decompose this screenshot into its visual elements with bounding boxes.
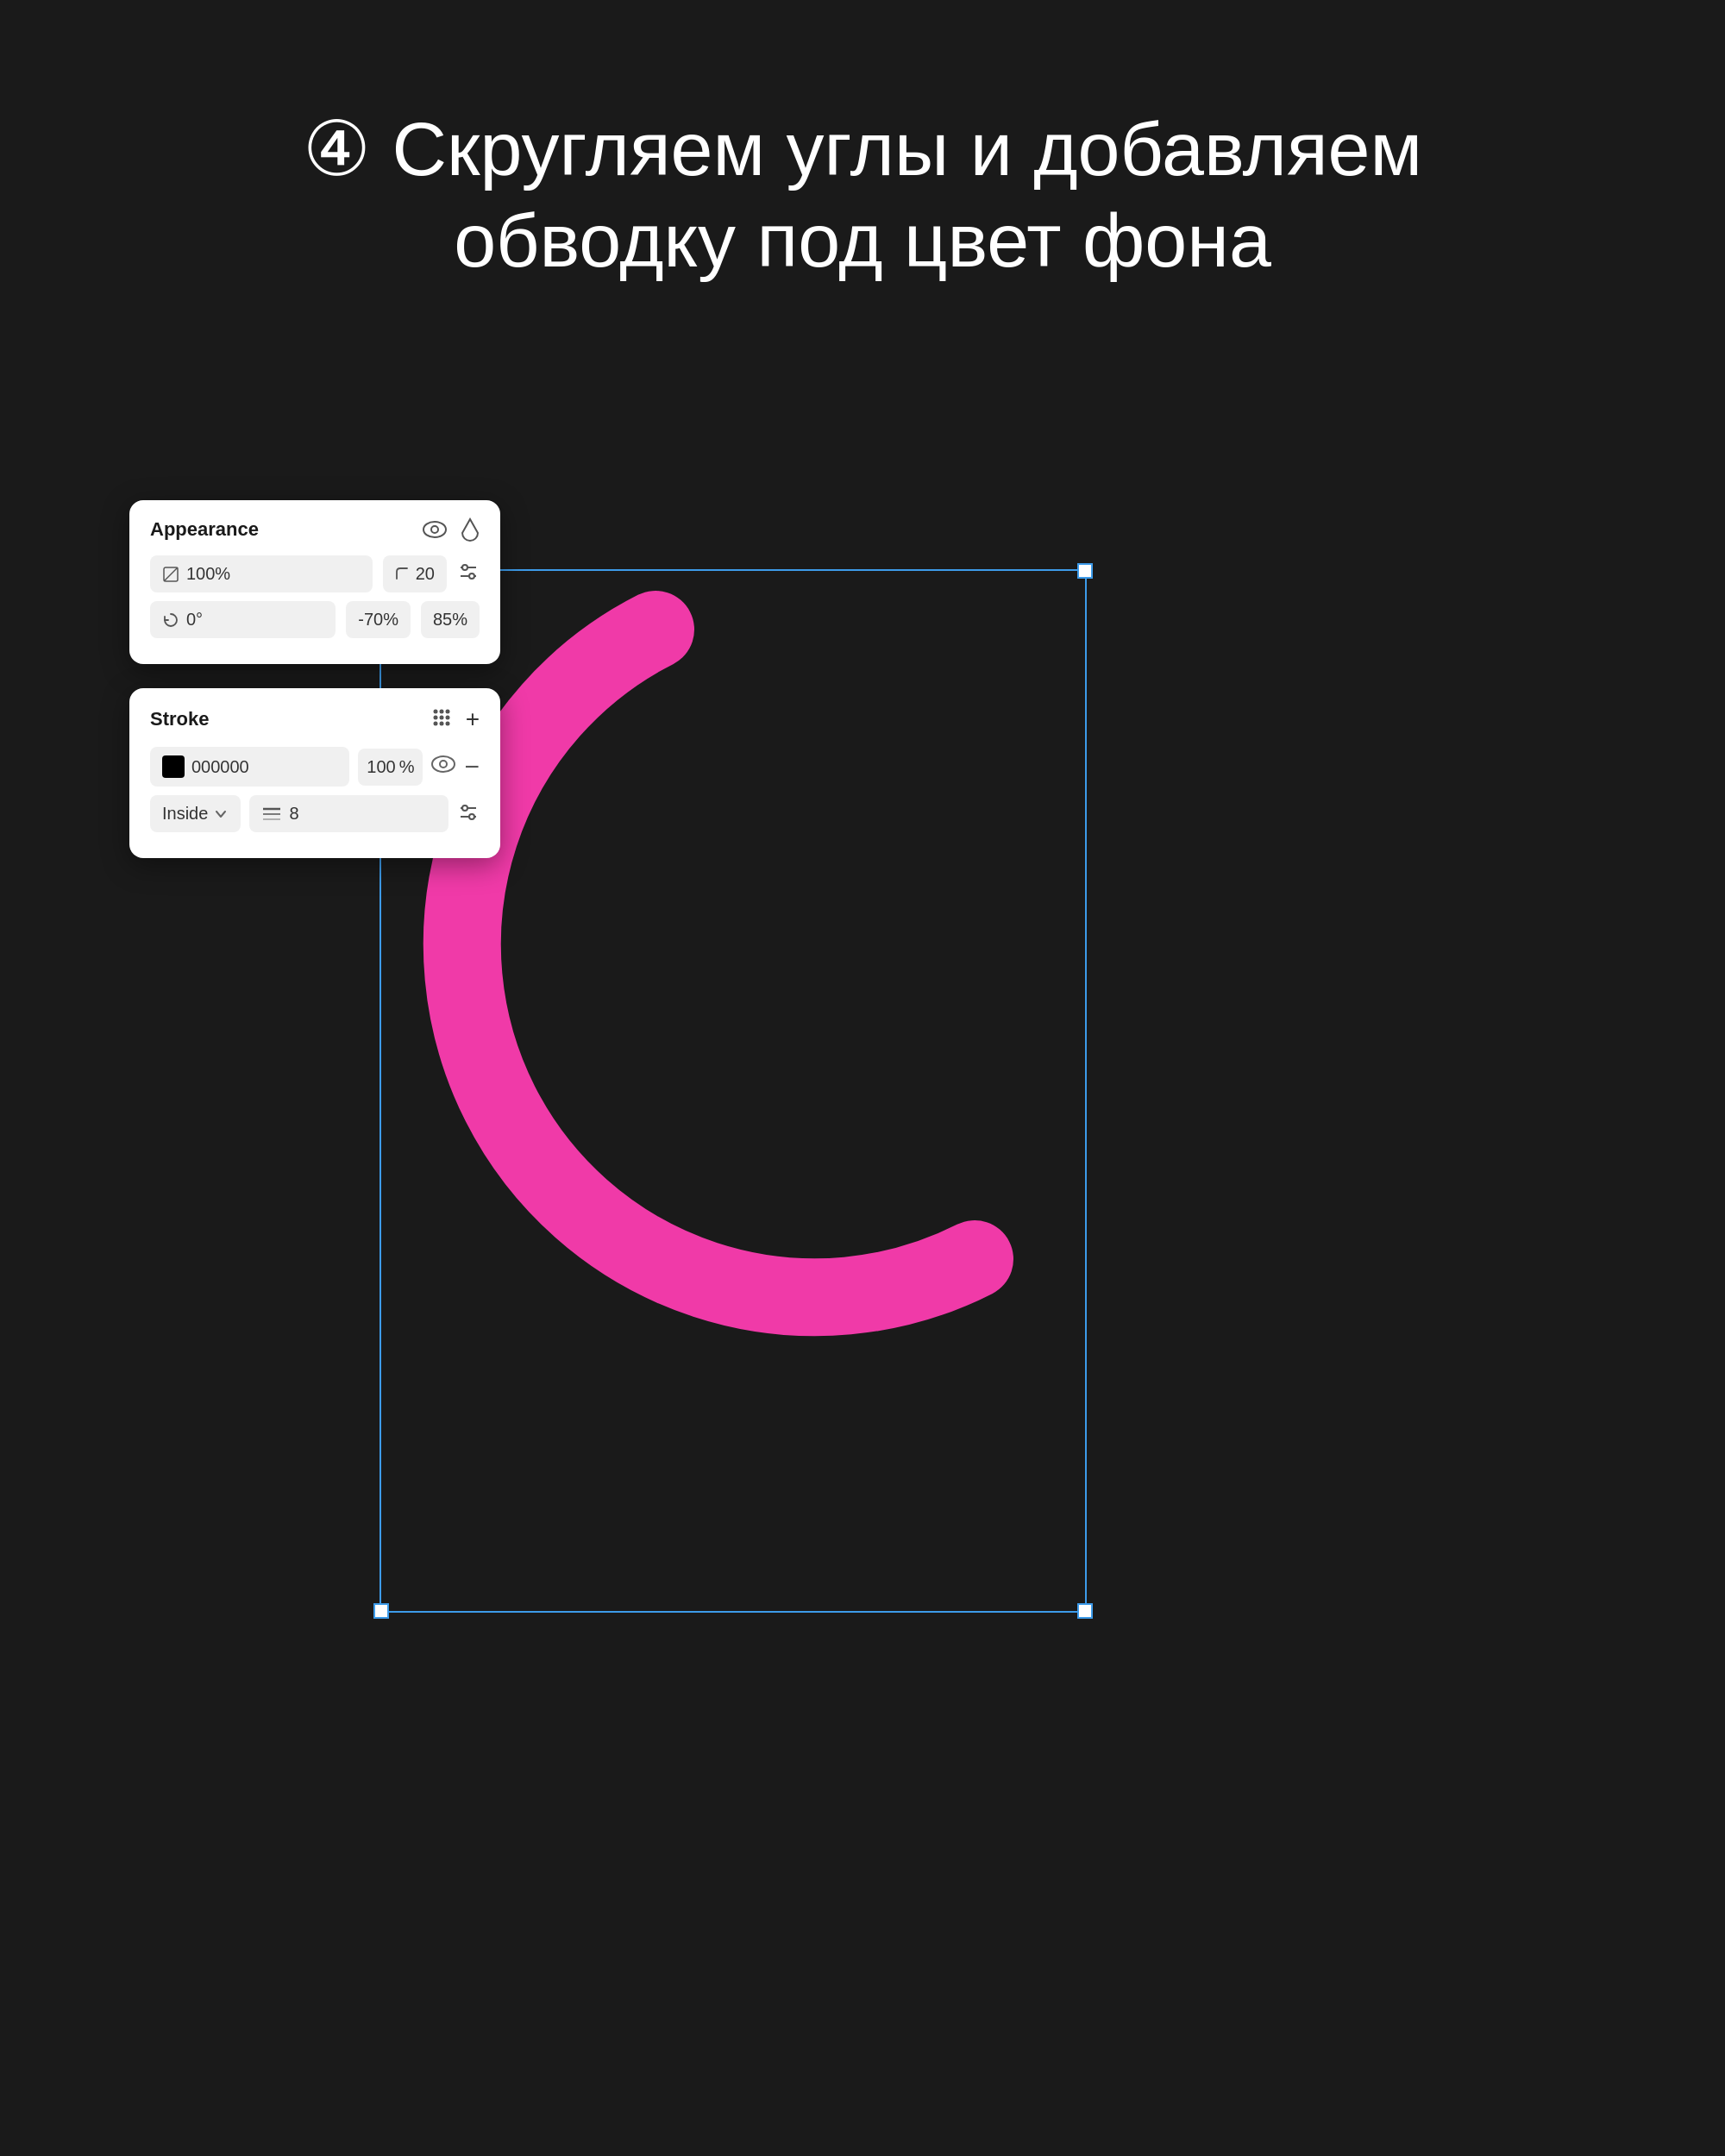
svg-point-12 (439, 716, 443, 720)
stroke-panel-header: Stroke (150, 705, 480, 733)
rotation-value: 0° (186, 610, 203, 630)
svg-point-10 (445, 710, 449, 714)
handle-top-right[interactable] (1077, 563, 1093, 579)
opacity-value: 100% (186, 564, 230, 584)
stroke-position-label: Inside (162, 804, 208, 824)
svg-point-14 (433, 722, 437, 726)
stroke-adjust-icon[interactable] (457, 801, 480, 827)
stroke-color-row: 000000 100 % − (150, 747, 480, 787)
handle-bottom-left[interactable] (373, 1603, 389, 1619)
color-hex-value: 000000 (191, 757, 249, 777)
panels-container: Appearance (129, 500, 500, 858)
eye-icon[interactable] (423, 521, 447, 538)
y-field[interactable]: 85% (421, 601, 480, 638)
corner-radius-field[interactable]: 20 (383, 555, 447, 592)
stroke-panel-icons: + (430, 705, 480, 733)
appearance-panel: Appearance (129, 500, 500, 664)
opacity-field[interactable]: 100% (150, 555, 373, 592)
appearance-panel-title: Appearance (150, 518, 259, 541)
stroke-visibility-icon[interactable] (431, 755, 455, 778)
page-title: ④ Скругляем углы и добавляем обводку под… (138, 103, 1587, 285)
svg-point-1 (431, 526, 438, 533)
svg-point-9 (439, 710, 443, 714)
appearance-row2: 0° -70% 85% (150, 601, 480, 638)
svg-point-7 (469, 573, 474, 579)
svg-point-13 (445, 716, 449, 720)
stroke-size-field[interactable]: 8 (249, 795, 448, 832)
opacity-percent-symbol: % (399, 757, 415, 777)
y-value: 85% (433, 610, 467, 630)
appearance-panel-header: Appearance (150, 517, 480, 542)
drop-icon[interactable] (461, 517, 480, 542)
x-value: -70% (358, 610, 398, 630)
title-section: ④ Скругляем углы и добавляем обводку под… (138, 103, 1587, 285)
rotation-icon (162, 611, 179, 629)
corner-radius-icon (395, 567, 411, 582)
svg-point-16 (445, 722, 449, 726)
svg-point-18 (440, 761, 447, 768)
stroke-position-dropdown[interactable]: Inside (150, 795, 241, 832)
svg-point-17 (432, 756, 455, 772)
svg-point-11 (433, 716, 437, 720)
svg-point-0 (423, 522, 446, 537)
stroke-panel: Stroke (129, 688, 500, 858)
title-line2: обводку под цвет фона (454, 197, 1271, 283)
svg-point-25 (469, 814, 474, 819)
remove-stroke-button[interactable]: − (464, 752, 480, 781)
stroke-opacity-field[interactable]: 100 % (358, 749, 423, 786)
appearance-row1: 100% 20 (150, 555, 480, 592)
grid-icon[interactable] (430, 705, 454, 733)
svg-point-8 (433, 710, 437, 714)
svg-point-6 (462, 565, 467, 570)
rotation-field[interactable]: 0° (150, 601, 336, 638)
stroke-size-icon (261, 806, 282, 822)
adjust-icon[interactable] (457, 561, 480, 588)
stroke-opacity-value: 100 (367, 757, 395, 777)
appearance-panel-icons (423, 517, 480, 542)
handle-bottom-right[interactable] (1077, 1603, 1093, 1619)
add-stroke-button[interactable]: + (466, 707, 480, 731)
svg-point-24 (462, 805, 467, 811)
x-field[interactable]: -70% (346, 601, 411, 638)
stroke-panel-title: Stroke (150, 708, 209, 730)
svg-line-3 (164, 567, 178, 581)
color-swatch (162, 755, 185, 778)
corner-radius-value: 20 (416, 564, 435, 584)
stroke-size-value: 8 (289, 804, 298, 824)
stroke-color-field[interactable]: 000000 (150, 747, 349, 787)
svg-point-15 (439, 722, 443, 726)
opacity-icon (162, 566, 179, 583)
dropdown-chevron-icon (213, 806, 229, 822)
title-line1: ④ Скругляем углы и добавляем (303, 106, 1422, 191)
stroke-settings-row: Inside 8 (150, 795, 480, 832)
